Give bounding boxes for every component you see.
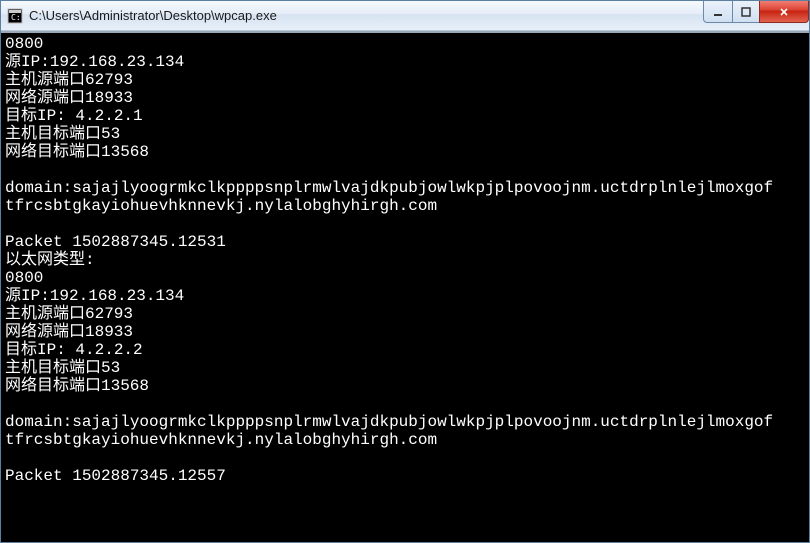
- maximize-button[interactable]: [732, 1, 760, 23]
- minimize-button[interactable]: [703, 1, 733, 23]
- console-window: C: C:\Users\Administrator\Desktop\wpcap.…: [0, 0, 810, 543]
- app-icon: C:: [7, 8, 23, 24]
- window-controls: [704, 1, 809, 23]
- titlebar[interactable]: C: C:\Users\Administrator\Desktop\wpcap.…: [1, 1, 809, 31]
- console-output: 0800 源IP:192.168.23.134 主机源端口62793 网络源端口…: [1, 31, 809, 542]
- window-title: C:\Users\Administrator\Desktop\wpcap.exe: [29, 8, 809, 23]
- close-button[interactable]: [759, 1, 809, 23]
- svg-text:C:: C:: [11, 13, 21, 22]
